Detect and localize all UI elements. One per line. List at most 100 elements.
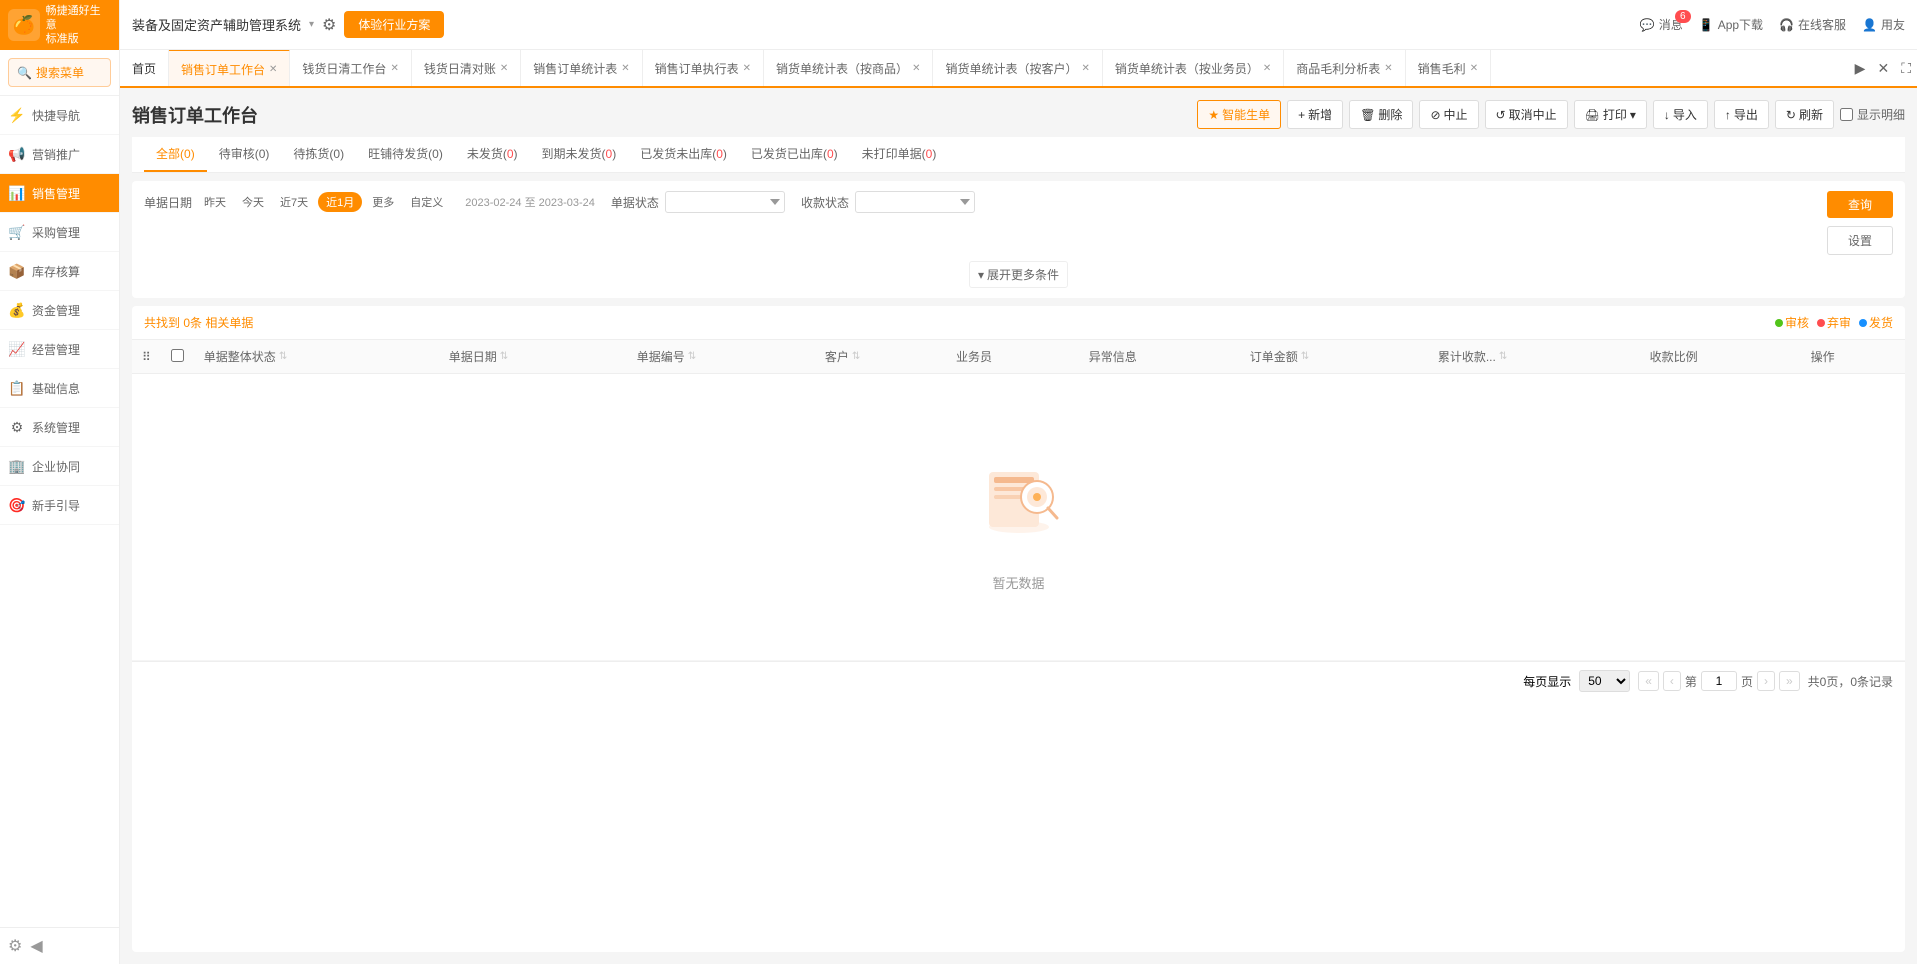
status-filter-item: 单据状态	[611, 191, 785, 213]
th-status-sort[interactable]: 单据整体状态 ⇅	[204, 348, 429, 365]
tab-sales-order-workbench[interactable]: 销售订单工作台 ✕	[169, 50, 290, 87]
date-1month-btn[interactable]: 近1月	[318, 192, 362, 212]
search-menu-button[interactable]: 🔍 搜索菜单	[8, 58, 111, 87]
settings-bottom-icon[interactable]: ⚙	[8, 936, 22, 956]
sub-tab-pending-review[interactable]: 待审核(0)	[207, 137, 282, 172]
page-size-select[interactable]: 10 20 50 100	[1579, 670, 1630, 692]
tab-sales-stats-by-product[interactable]: 销货单统计表（按商品） ✕	[764, 50, 933, 87]
collapse-sidebar-icon[interactable]: ◀	[30, 936, 42, 956]
sidebar-item-finance[interactable]: 💰 资金管理	[0, 291, 119, 330]
tab-close-all-icon[interactable]: ✕	[1871, 60, 1895, 77]
sub-tab-wangpu-pending[interactable]: 旺铺待发货(0)	[356, 137, 455, 172]
import-button[interactable]: ↓ 导入	[1653, 100, 1708, 129]
date-quick-btns: 昨天 今天 近7天 近1月 更多 自定义	[198, 192, 449, 212]
sub-tab-delivered-out[interactable]: 已发货已出库(0)	[739, 137, 850, 172]
message-icon-area[interactable]: 💬 消息 6	[1640, 16, 1683, 33]
page-label: 第	[1685, 673, 1697, 690]
refresh-button[interactable]: ↻ 刷新	[1775, 100, 1834, 129]
tab-sales-order-execution[interactable]: 销售订单执行表 ✕	[643, 50, 764, 87]
th-amount-sort[interactable]: 订单金额 ⇅	[1250, 348, 1418, 365]
page-number-input[interactable]	[1701, 671, 1737, 691]
date-yesterday-btn[interactable]: 昨天	[198, 192, 232, 212]
quick-deliver-btn[interactable]: 发货	[1859, 314, 1893, 331]
prev-page-button[interactable]: ‹	[1663, 671, 1681, 691]
print-button[interactable]: 🖨 打印 ▾	[1574, 100, 1647, 129]
tab-cash-goods-reconciliation[interactable]: 钱货日清对账 ✕	[412, 50, 521, 87]
delete-button[interactable]: 🗑 删除	[1349, 100, 1413, 129]
sub-tab-expired-not-delivered[interactable]: 到期未发货(0)	[530, 137, 629, 172]
tab-sales-order-stats[interactable]: 销售订单统计表 ✕	[521, 50, 642, 87]
first-page-button[interactable]: «	[1638, 671, 1659, 691]
sub-tab-all[interactable]: 全部(0)	[144, 137, 207, 172]
sidebar-item-guide[interactable]: 🎯 新手引导	[0, 486, 119, 525]
tab-home[interactable]: 首页	[120, 50, 169, 87]
user-area[interactable]: 👤 用友	[1862, 16, 1905, 33]
sidebar-item-sales[interactable]: 📊 销售管理	[0, 174, 119, 213]
table-body: 暂无数据	[132, 374, 1905, 661]
tab-close-icon[interactable]: ✕	[743, 63, 751, 74]
set-button[interactable]: 设置	[1827, 226, 1893, 255]
sub-tab-delivered-not-out[interactable]: 已发货未出库(0)	[628, 137, 739, 172]
tab-restore-icon[interactable]: ⛶	[1895, 60, 1917, 77]
date-today-btn[interactable]: 今天	[236, 192, 270, 212]
tab-close-icon[interactable]: ✕	[1263, 63, 1271, 74]
tab-close-icon[interactable]: ✕	[390, 63, 398, 74]
th-collected-sort[interactable]: 累计收款... ⇅	[1438, 348, 1630, 365]
tab-sales-profit[interactable]: 销售毛利 ✕	[1406, 50, 1491, 87]
quick-approve-btn[interactable]: 审核	[1775, 314, 1809, 331]
select-all-checkbox[interactable]	[171, 349, 184, 362]
status-select[interactable]	[665, 191, 785, 213]
show-detail-checkbox-area[interactable]: 显示明细	[1840, 106, 1905, 123]
tab-scroll-right-icon[interactable]: ▶	[1849, 60, 1872, 77]
last-page-button[interactable]: »	[1779, 671, 1800, 691]
app-download-area[interactable]: 📱 App下载	[1699, 16, 1763, 33]
trial-industry-button[interactable]: 体验行业方案	[344, 11, 444, 38]
tab-close-icon[interactable]: ✕	[1081, 63, 1089, 74]
sidebar-item-system[interactable]: ⚙ 系统管理	[0, 408, 119, 447]
tab-close-icon[interactable]: ✕	[1384, 63, 1392, 74]
th-number-sort[interactable]: 单据编号 ⇅	[637, 348, 805, 365]
tab-gross-profit-analysis[interactable]: 商品毛利分析表 ✕	[1284, 50, 1405, 87]
pagination: 每页显示 10 20 50 100 « ‹ 第 页 › » 共0页，0条记录	[132, 661, 1905, 700]
th-checkbox	[161, 340, 194, 374]
expand-conditions-button[interactable]: ▾ 展开更多条件	[969, 261, 1068, 288]
print-dropdown-icon[interactable]: ▾	[1630, 108, 1636, 122]
next-page-button[interactable]: ›	[1757, 671, 1775, 691]
tab-close-icon[interactable]: ✕	[500, 63, 508, 74]
sub-tab-not-delivered[interactable]: 未发货(0)	[455, 137, 530, 172]
tab-close-icon[interactable]: ✕	[1470, 63, 1478, 74]
tab-cash-daily-workbench[interactable]: 钱货日清工作台 ✕	[290, 50, 411, 87]
tab-sales-stats-by-customer[interactable]: 销货单统计表（按客户） ✕	[933, 50, 1102, 87]
date-more-btn[interactable]: 更多	[366, 192, 400, 212]
tab-close-icon[interactable]: ✕	[912, 63, 920, 74]
payment-select[interactable]	[855, 191, 975, 213]
sidebar-item-enterprise[interactable]: 🏢 企业协同	[0, 447, 119, 486]
tab-sales-stats-by-staff[interactable]: 销货单统计表（按业务员） ✕	[1103, 50, 1284, 87]
suspend-button[interactable]: ⊘ 中止	[1419, 100, 1478, 129]
sidebar-item-purchase[interactable]: 🛒 采购管理	[0, 213, 119, 252]
date-custom-btn[interactable]: 自定义	[404, 192, 449, 212]
export-button[interactable]: ↑ 导出	[1714, 100, 1769, 129]
th-customer-sort[interactable]: 客户 ⇅	[825, 348, 936, 365]
query-button[interactable]: 查询	[1827, 191, 1893, 218]
smart-create-button[interactable]: ★ 智能生单	[1197, 100, 1281, 129]
sidebar-item-basic-info[interactable]: 📋 基础信息	[0, 369, 119, 408]
import-icon: ↓	[1664, 108, 1670, 122]
sub-tab-not-printed[interactable]: 未打印单据(0)	[850, 137, 949, 172]
header-settings-icon[interactable]: ⚙	[322, 15, 336, 35]
sidebar-item-operations[interactable]: 📈 经营管理	[0, 330, 119, 369]
sub-tab-pending-inspection[interactable]: 待拣货(0)	[281, 137, 356, 172]
sidebar-item-inventory[interactable]: 📦 库存核算	[0, 252, 119, 291]
th-date-sort[interactable]: 单据日期 ⇅	[449, 348, 617, 365]
show-detail-checkbox[interactable]	[1840, 108, 1853, 121]
system-dropdown-icon[interactable]: ▾	[309, 19, 314, 30]
cancel-suspend-button[interactable]: ↺ 取消中止	[1485, 100, 1568, 129]
sidebar-item-quick-nav[interactable]: ⚡ 快捷导航	[0, 96, 119, 135]
tab-close-icon[interactable]: ✕	[269, 64, 277, 75]
quick-reject-btn[interactable]: 弃审	[1817, 314, 1851, 331]
new-button[interactable]: + 新增	[1287, 100, 1343, 129]
date-7days-btn[interactable]: 近7天	[274, 192, 314, 212]
online-service-area[interactable]: 🎧 在线客服	[1779, 16, 1846, 33]
sidebar-item-marketing[interactable]: 📢 营销推广	[0, 135, 119, 174]
tab-close-icon[interactable]: ✕	[621, 63, 629, 74]
